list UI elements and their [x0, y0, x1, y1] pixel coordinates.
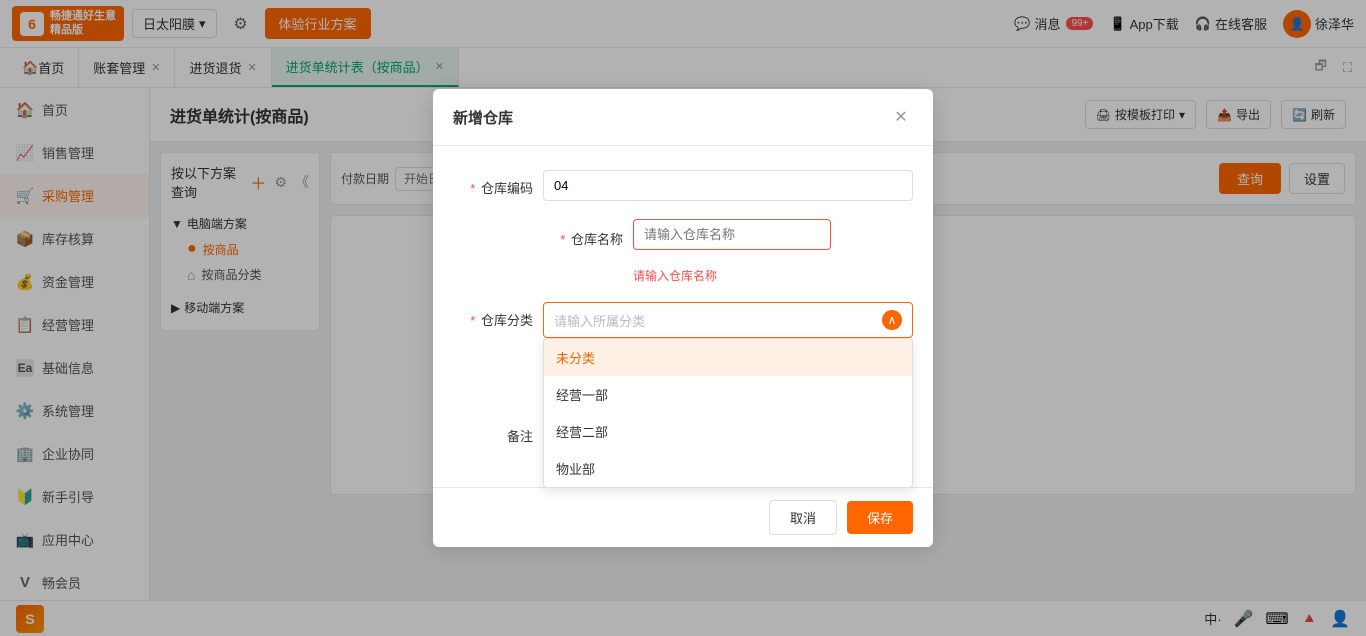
remark-label: 备注	[453, 418, 533, 445]
cancel-button[interactable]: 取消	[769, 500, 837, 535]
dropdown-option-unclassified[interactable]: 未分类	[544, 339, 912, 376]
category-dropdown-list: 未分类 经营一部 经营二部 物业部	[543, 338, 913, 488]
category-dropdown-trigger[interactable]: 请输入所属分类 ∧	[543, 302, 913, 338]
name-label: * 仓库名称	[543, 221, 623, 248]
dropdown-option-dept2[interactable]: 经营二部	[544, 413, 912, 450]
modal-close-button[interactable]: ✕	[889, 105, 913, 129]
modal-header: 新增仓库 ✕	[433, 89, 933, 146]
name-error-message: 请输入仓库名称	[633, 267, 717, 284]
dropdown-option-property[interactable]: 物业部	[544, 450, 912, 487]
category-field-wrapper: 请输入所属分类 ∧ 未分类 经营一部 经营二部 物业部	[543, 302, 913, 338]
modal-overlay: 新增仓库 ✕ * 仓库编码 * 仓库名称	[0, 0, 1366, 636]
dropdown-option-dept1[interactable]: 经营一部	[544, 376, 912, 413]
warehouse-category-row: * 仓库分类 请输入所属分类 ∧ 未分类 经营一部 经营二部 物业部	[453, 302, 913, 338]
warehouse-name-row: * 仓库名称 请输入仓库名称	[453, 219, 913, 284]
warehouse-name-input[interactable]	[633, 219, 831, 250]
modal-body: * 仓库编码 * 仓库名称 请输入仓库名称	[433, 146, 933, 487]
category-label: * 仓库分类	[453, 302, 533, 329]
modal-footer: 取消 保存	[433, 487, 933, 547]
save-button[interactable]: 保存	[847, 501, 913, 534]
dropdown-arrow-icon: ∧	[882, 310, 902, 330]
code-label: * 仓库编码	[453, 170, 533, 197]
new-warehouse-modal: 新增仓库 ✕ * 仓库编码 * 仓库名称	[433, 89, 933, 547]
warehouse-code-row: * 仓库编码	[453, 170, 913, 201]
modal-title: 新增仓库	[453, 107, 513, 128]
warehouse-code-input[interactable]	[543, 170, 913, 201]
